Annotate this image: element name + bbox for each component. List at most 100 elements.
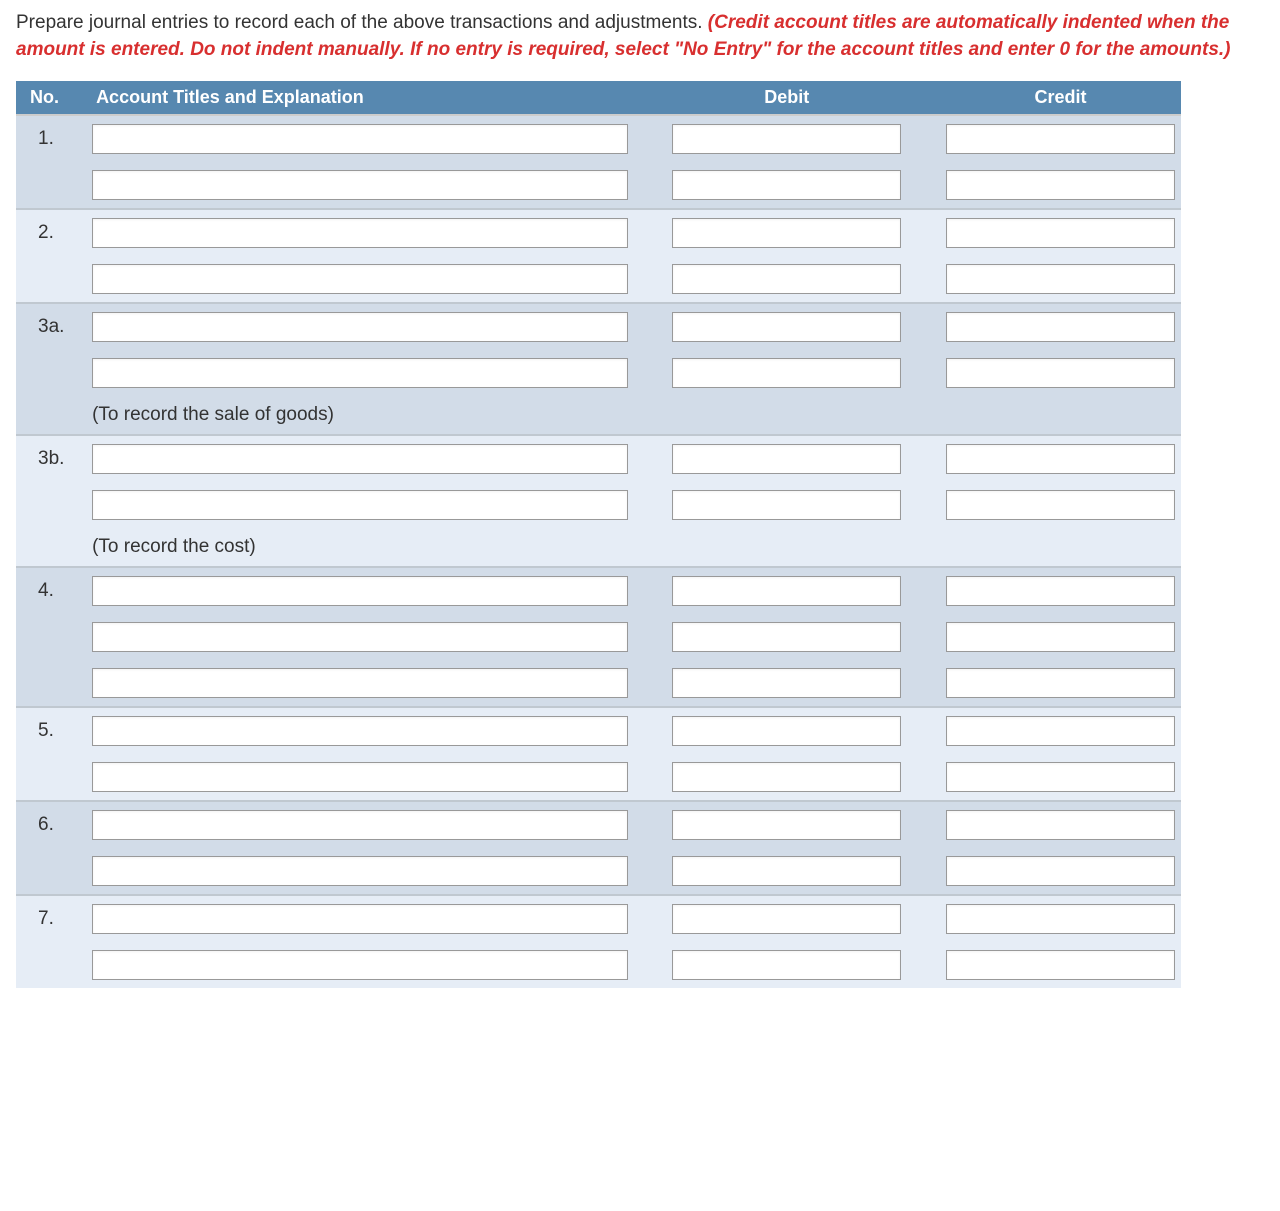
credit-input[interactable] bbox=[946, 218, 1175, 248]
account-cell bbox=[86, 802, 633, 848]
debit-input[interactable] bbox=[672, 668, 901, 698]
credit-input[interactable] bbox=[946, 810, 1175, 840]
debit-input[interactable] bbox=[672, 622, 901, 652]
entry-line: 6. bbox=[16, 802, 1181, 848]
debit-input[interactable] bbox=[672, 490, 901, 520]
spacer-cell bbox=[634, 708, 667, 754]
account-title-input[interactable] bbox=[92, 810, 627, 840]
account-cell bbox=[86, 942, 633, 988]
entry-line bbox=[16, 614, 1181, 660]
header-spacer2 bbox=[907, 81, 940, 115]
account-title-input[interactable] bbox=[92, 622, 627, 652]
credit-cell bbox=[940, 115, 1181, 162]
debit-input[interactable] bbox=[672, 904, 901, 934]
credit-input[interactable] bbox=[946, 622, 1175, 652]
debit-input[interactable] bbox=[672, 264, 901, 294]
account-title-input[interactable] bbox=[92, 358, 627, 388]
debit-input[interactable] bbox=[672, 358, 901, 388]
instructions: Prepare journal entries to record each o… bbox=[16, 10, 1264, 63]
account-title-input[interactable] bbox=[92, 668, 627, 698]
spacer-cell bbox=[907, 848, 940, 894]
spacer-cell bbox=[634, 614, 667, 660]
credit-input[interactable] bbox=[946, 358, 1175, 388]
account-title-input[interactable] bbox=[92, 904, 627, 934]
account-title-input[interactable] bbox=[92, 124, 627, 154]
account-title-input[interactable] bbox=[92, 856, 627, 886]
debit-input[interactable] bbox=[672, 218, 901, 248]
spacer-cell bbox=[940, 528, 1181, 566]
debit-input[interactable] bbox=[672, 856, 901, 886]
debit-input[interactable] bbox=[672, 762, 901, 792]
debit-input[interactable] bbox=[672, 312, 901, 342]
credit-input[interactable] bbox=[946, 490, 1175, 520]
line-number-cell bbox=[16, 614, 86, 660]
account-title-input[interactable] bbox=[92, 312, 627, 342]
credit-cell bbox=[940, 754, 1181, 800]
debit-input[interactable] bbox=[672, 950, 901, 980]
account-title-input[interactable] bbox=[92, 264, 627, 294]
credit-input[interactable] bbox=[946, 124, 1175, 154]
credit-input[interactable] bbox=[946, 856, 1175, 886]
debit-cell bbox=[666, 350, 907, 396]
credit-input[interactable] bbox=[946, 716, 1175, 746]
debit-cell bbox=[666, 568, 907, 614]
spacer-cell bbox=[634, 115, 667, 162]
credit-cell bbox=[940, 256, 1181, 302]
spacer-cell bbox=[907, 436, 940, 482]
explanation-text: (To record the sale of goods) bbox=[86, 396, 633, 434]
line-number-cell: 2. bbox=[16, 210, 86, 256]
header-account: Account Titles and Explanation bbox=[86, 81, 633, 115]
entry-line: 7. bbox=[16, 896, 1181, 942]
debit-input[interactable] bbox=[672, 810, 901, 840]
entry-line bbox=[16, 754, 1181, 800]
debit-input[interactable] bbox=[672, 576, 901, 606]
spacer-cell bbox=[940, 396, 1181, 434]
credit-cell bbox=[940, 304, 1181, 350]
debit-input[interactable] bbox=[672, 170, 901, 200]
spacer-cell bbox=[907, 802, 940, 848]
credit-input[interactable] bbox=[946, 170, 1175, 200]
header-no: No. bbox=[16, 81, 86, 115]
line-number-cell: 3a. bbox=[16, 304, 86, 350]
spacer-cell bbox=[634, 754, 667, 800]
account-title-input[interactable] bbox=[92, 218, 627, 248]
account-title-input[interactable] bbox=[92, 950, 627, 980]
credit-input[interactable] bbox=[946, 950, 1175, 980]
credit-input[interactable] bbox=[946, 904, 1175, 934]
account-title-input[interactable] bbox=[92, 170, 627, 200]
credit-cell bbox=[940, 848, 1181, 894]
debit-cell bbox=[666, 802, 907, 848]
account-title-input[interactable] bbox=[92, 762, 627, 792]
credit-input[interactable] bbox=[946, 668, 1175, 698]
credit-input[interactable] bbox=[946, 444, 1175, 474]
line-number-cell bbox=[16, 396, 86, 434]
account-title-input[interactable] bbox=[92, 576, 627, 606]
debit-input[interactable] bbox=[672, 124, 901, 154]
debit-cell bbox=[666, 754, 907, 800]
credit-input[interactable] bbox=[946, 762, 1175, 792]
debit-input[interactable] bbox=[672, 444, 901, 474]
credit-input[interactable] bbox=[946, 576, 1175, 606]
explanation-row: (To record the sale of goods) bbox=[16, 396, 1181, 434]
account-cell bbox=[86, 754, 633, 800]
line-number-cell bbox=[16, 256, 86, 302]
line-number-cell bbox=[16, 350, 86, 396]
credit-cell bbox=[940, 802, 1181, 848]
account-cell bbox=[86, 436, 633, 482]
entry-line bbox=[16, 660, 1181, 706]
debit-input[interactable] bbox=[672, 716, 901, 746]
account-title-input[interactable] bbox=[92, 444, 627, 474]
account-cell bbox=[86, 304, 633, 350]
debit-cell bbox=[666, 482, 907, 528]
spacer-cell bbox=[634, 528, 667, 566]
account-title-input[interactable] bbox=[92, 490, 627, 520]
spacer-cell bbox=[666, 396, 907, 434]
credit-input[interactable] bbox=[946, 264, 1175, 294]
debit-cell bbox=[666, 162, 907, 208]
debit-cell bbox=[666, 660, 907, 706]
debit-cell bbox=[666, 256, 907, 302]
line-number-cell bbox=[16, 528, 86, 566]
credit-input[interactable] bbox=[946, 312, 1175, 342]
line-number-cell bbox=[16, 848, 86, 894]
account-title-input[interactable] bbox=[92, 716, 627, 746]
